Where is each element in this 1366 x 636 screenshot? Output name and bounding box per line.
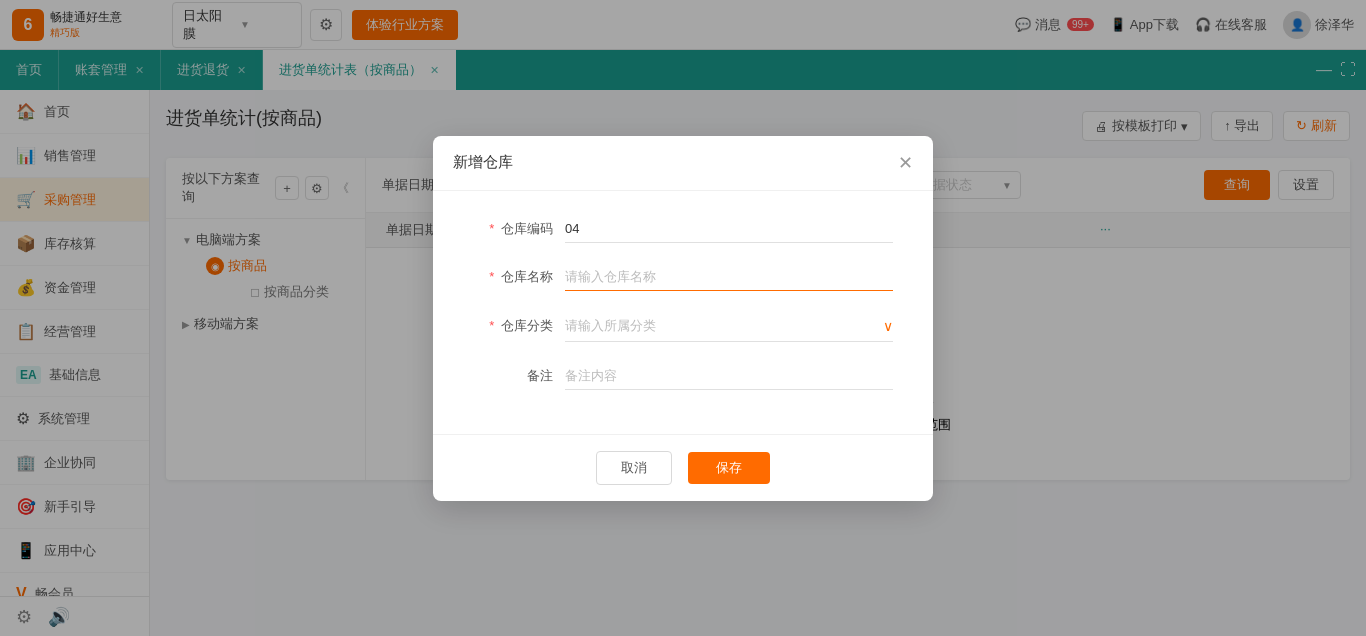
new-warehouse-dialog: 新增仓库 ✕ 仓库编码 仓库名称 仓库分类: [433, 136, 933, 501]
dialog-close-button[interactable]: ✕: [898, 152, 913, 174]
save-button[interactable]: 保存: [688, 452, 770, 484]
category-select-arrow: ∨: [883, 318, 893, 334]
dialog-body: 仓库编码 仓库名称 仓库分类 请输入所属分类 ∨: [433, 191, 933, 434]
cancel-button[interactable]: 取消: [596, 451, 672, 485]
dialog-footer: 取消 保存: [433, 434, 933, 501]
form-label-name: 仓库名称: [473, 268, 553, 286]
form-label-remark: 备注: [473, 367, 553, 385]
form-row-name: 仓库名称: [473, 263, 893, 291]
modal-overlay[interactable]: 新增仓库 ✕ 仓库编码 仓库名称 仓库分类: [0, 0, 1366, 636]
form-label-code: 仓库编码: [473, 220, 553, 238]
dialog-title: 新增仓库: [453, 153, 513, 172]
form-row-code: 仓库编码: [473, 215, 893, 243]
form-label-category: 仓库分类: [473, 317, 553, 335]
remark-input[interactable]: [565, 362, 893, 390]
dialog-header: 新增仓库 ✕: [433, 136, 933, 191]
form-row-category: 仓库分类 请输入所属分类 ∨: [473, 311, 893, 342]
warehouse-category-select[interactable]: 请输入所属分类 ∨: [565, 311, 893, 342]
warehouse-name-input[interactable]: [565, 263, 893, 291]
form-row-remark: 备注: [473, 362, 893, 390]
warehouse-code-input[interactable]: [565, 215, 893, 243]
